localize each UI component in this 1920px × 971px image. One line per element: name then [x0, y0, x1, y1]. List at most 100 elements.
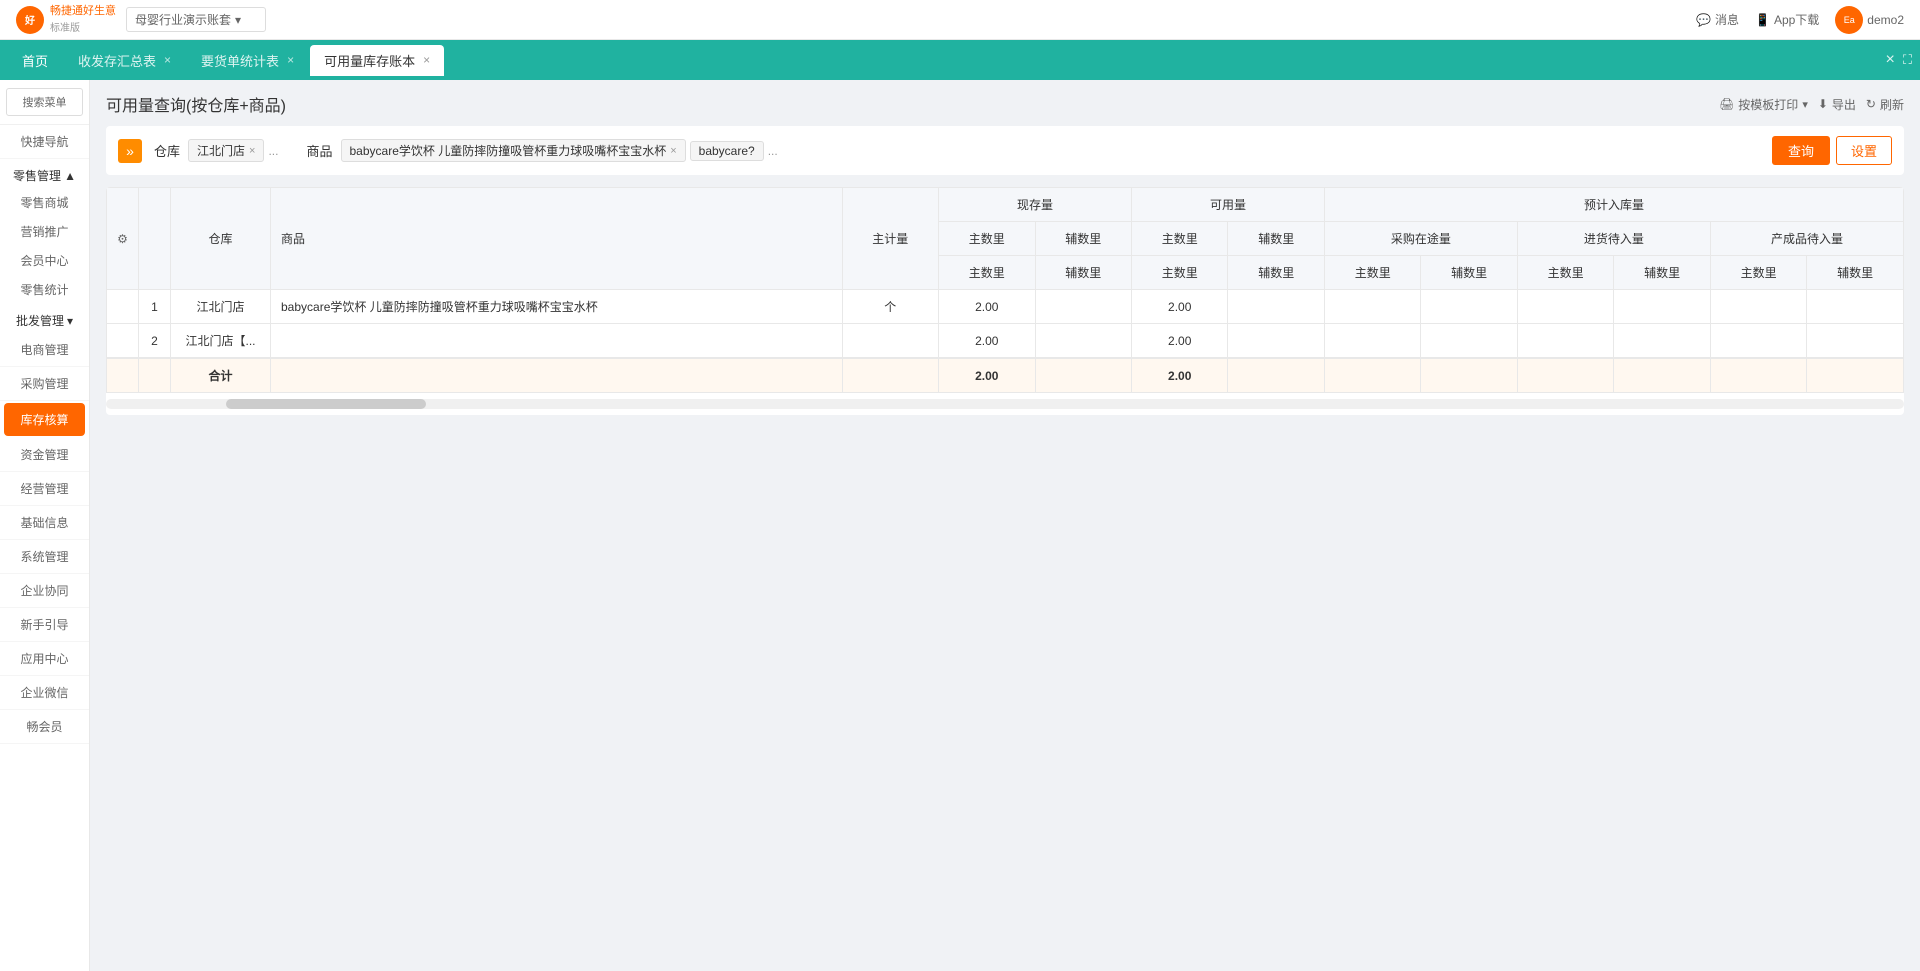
sidebar-search-area: 搜索菜单 — [0, 80, 89, 125]
app-label: App下载 — [1774, 11, 1819, 28]
app-icon: 📱 — [1755, 13, 1770, 27]
tab-available-stock[interactable]: 可用量库存账本 × — [310, 45, 444, 76]
sidebar-item-retail-stats[interactable]: 零售统计 — [0, 275, 89, 304]
setting-btn[interactable]: 设置 — [1836, 136, 1892, 165]
horizontal-scrollbar[interactable] — [106, 399, 1904, 409]
refresh-btn[interactable]: ↻ 刷新 — [1866, 96, 1904, 113]
row1-available-aux — [1228, 290, 1324, 324]
data-table: ⚙ 仓库 商品 主计量 现存量 可用量 预计入库量 主数里 辅数里 主数里 — [106, 187, 1904, 393]
filter-toggle-btn[interactable]: » — [118, 139, 142, 163]
product-tag-1[interactable]: babycare学饮杯 儿童防摔防撞吸管杯重力球吸嘴杯宝宝水杯 × — [341, 139, 686, 162]
footer-incoming-aux — [1614, 358, 1710, 393]
sidebar-search-btn[interactable]: 搜索菜单 — [6, 88, 83, 116]
footer-stock-aux — [1035, 358, 1131, 393]
industry-selector[interactable]: 母婴行业演示账套 ▾ — [126, 7, 266, 32]
warehouse-label: 仓库 — [154, 141, 180, 160]
sidebar-item-new-guide[interactable]: 新手引导 — [0, 608, 89, 642]
sidebar-item-quick-nav[interactable]: 快捷导航 — [0, 125, 89, 159]
tab-fullscreen-btn[interactable]: ⛶ — [1903, 52, 1912, 68]
refresh-label: 刷新 — [1880, 96, 1904, 113]
footer-no — [139, 358, 171, 393]
dropdown-icon: ▾ — [235, 13, 241, 27]
username-label: demo2 — [1867, 13, 1904, 27]
purchase-main-header: 主数里 — [1324, 256, 1420, 290]
col-stock-header: 现存量 — [939, 188, 1132, 222]
footer-available-main: 2.00 — [1131, 358, 1227, 393]
sidebar-item-retail-mgmt[interactable]: 零售管理 ▲ — [0, 159, 89, 188]
sidebar-item-basic-info[interactable]: 基础信息 — [0, 506, 89, 540]
row2-incoming-aux — [1614, 324, 1710, 359]
tab-receipts[interactable]: 收发存汇总表 × — [64, 45, 185, 76]
warehouse-tag-close[interactable]: × — [249, 145, 255, 157]
print-btn[interactable]: 🖨 按模板打印 ▾ — [1719, 96, 1808, 113]
tab-receipts-close[interactable]: × — [164, 53, 171, 67]
production-sub-header: 产成品待入量 — [1710, 222, 1903, 256]
main-layout: 搜索菜单 快捷导航 零售管理 ▲ 零售商城 营销推广 会员中心 零售统计 批发管… — [0, 80, 1920, 971]
print-icon: 🖨 — [1719, 97, 1734, 111]
sidebar-item-vip-member[interactable]: 畅会员 — [0, 710, 89, 744]
warehouse-tag-1[interactable]: 江北门店 × — [188, 139, 264, 162]
sidebar-item-enterprise-wechat[interactable]: 企业微信 — [0, 676, 89, 710]
footer-available-aux — [1228, 358, 1324, 393]
sidebar-item-marketing[interactable]: 营销推广 — [0, 217, 89, 246]
available-aux-header2: 辅数里 — [1228, 256, 1324, 290]
row2-production-main — [1710, 324, 1806, 359]
incoming-aux-header: 辅数里 — [1614, 256, 1710, 290]
row2-stock-aux — [1035, 324, 1131, 359]
tab-available-stock-close[interactable]: × — [423, 53, 430, 67]
warehouse-ellipsis: ... — [268, 144, 278, 158]
footer-settings — [107, 358, 139, 393]
sidebar-item-app-center[interactable]: 应用中心 — [0, 642, 89, 676]
tab-purchase-stats[interactable]: 要货单统计表 × — [187, 45, 308, 76]
app-download-btn[interactable]: 📱 App下载 — [1755, 11, 1819, 28]
sidebar-item-wholesale-mgmt[interactable]: 批发管理 ▾ — [0, 304, 89, 333]
message-btn[interactable]: 💬 消息 — [1696, 11, 1739, 28]
table-container: ⚙ 仓库 商品 主计量 现存量 可用量 预计入库量 主数里 辅数里 主数里 — [106, 187, 1904, 415]
table-row: 2 江北门店【... 2.00 2.00 — [107, 324, 1904, 359]
query-btn[interactable]: 查询 — [1772, 136, 1830, 165]
product-ellipsis: ... — [768, 144, 778, 158]
sidebar-item-finance[interactable]: 资金管理 — [0, 438, 89, 472]
filter-area: » 仓库 江北门店 × ... 商品 babycare学饮杯 儿童防摔防撞吸管杯… — [106, 126, 1904, 175]
tab-home[interactable]: 首页 — [8, 45, 62, 76]
row1-stock-aux — [1035, 290, 1131, 324]
row1-no: 1 — [139, 290, 171, 324]
settings-icon[interactable]: ⚙ — [117, 232, 128, 246]
logo-texts: 畅捷通好生意 标准版 — [50, 5, 116, 33]
export-btn[interactable]: ⬇ 导出 — [1818, 96, 1856, 113]
sidebar: 搜索菜单 快捷导航 零售管理 ▲ 零售商城 营销推广 会员中心 零售统计 批发管… — [0, 80, 90, 971]
purchase-sub-header: 采购在途量 — [1324, 222, 1517, 256]
stock-main-header2: 主数里 — [939, 256, 1035, 290]
row2-available-aux — [1228, 324, 1324, 359]
production-aux-header: 辅数里 — [1807, 256, 1904, 290]
sidebar-item-member-center[interactable]: 会员中心 — [0, 246, 89, 275]
footer-label: 合计 — [171, 358, 271, 393]
tab-home-label: 首页 — [22, 51, 48, 70]
filter-actions: 查询 设置 — [1772, 136, 1892, 165]
row2-production-aux — [1807, 324, 1904, 359]
sidebar-item-ecommerce[interactable]: 电商管理 — [0, 333, 89, 367]
row1-incoming-main — [1517, 290, 1613, 324]
sidebar-item-system[interactable]: 系统管理 — [0, 540, 89, 574]
tab-close-all-btn[interactable]: × — [1886, 51, 1895, 69]
sidebar-item-retail-mall[interactable]: 零售商城 — [0, 188, 89, 217]
message-label: 消息 — [1715, 11, 1739, 28]
footer-product — [271, 358, 843, 393]
col-available-header: 可用量 — [1131, 188, 1324, 222]
user-area[interactable]: Ea demo2 — [1835, 6, 1904, 34]
product-tags: babycare学饮杯 儿童防摔防撞吸管杯重力球吸嘴杯宝宝水杯 × babyca… — [341, 139, 778, 162]
sidebar-item-ops[interactable]: 经营管理 — [0, 472, 89, 506]
sidebar-item-purchase[interactable]: 采购管理 — [0, 367, 89, 401]
scrollbar-thumb[interactable] — [226, 399, 426, 409]
sidebar-item-stock-check[interactable]: 库存核算 — [4, 403, 85, 436]
sidebar-item-enterprise-collab[interactable]: 企业协同 — [0, 574, 89, 608]
export-icon: ⬇ — [1818, 97, 1828, 111]
footer-stock-main: 2.00 — [939, 358, 1035, 393]
tab-purchase-stats-close[interactable]: × — [287, 53, 294, 67]
row1-stock-main: 2.00 — [939, 290, 1035, 324]
row2-incoming-main — [1517, 324, 1613, 359]
print-label: 按模板打印 — [1738, 96, 1798, 113]
purchase-aux-header: 辅数里 — [1421, 256, 1517, 290]
table-row: 1 江北门店 babycare学饮杯 儿童防摔防撞吸管杯重力球吸嘴杯宝宝水杯 个… — [107, 290, 1904, 324]
product-tag-close[interactable]: × — [670, 145, 676, 157]
